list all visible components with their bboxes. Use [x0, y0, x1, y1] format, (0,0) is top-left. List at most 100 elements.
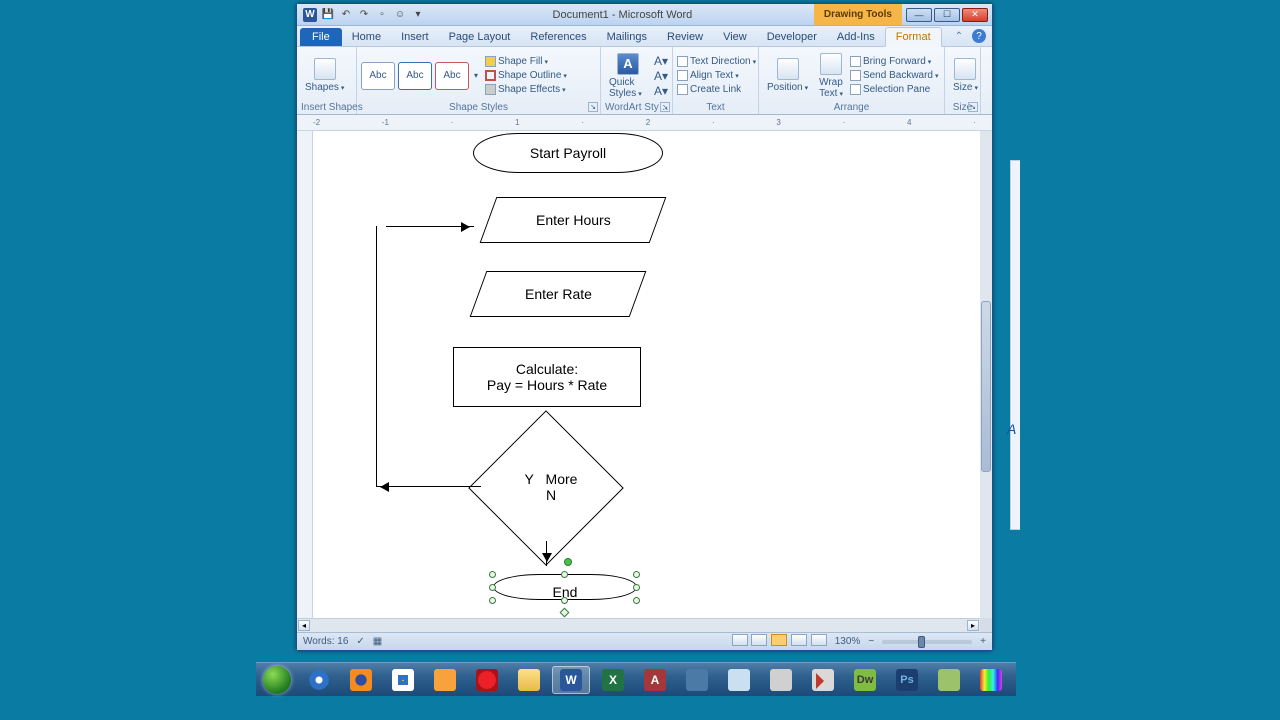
macro-icon[interactable]: ▦ — [373, 636, 382, 647]
close-button[interactable]: ✕ — [962, 8, 988, 22]
shape-outline-button[interactable]: Shape Outline — [485, 69, 567, 82]
qat-undo-icon[interactable]: ↶ — [339, 8, 353, 22]
view-draft[interactable] — [811, 634, 827, 646]
tab-file[interactable]: File — [300, 28, 342, 46]
scroll-right-icon[interactable]: ▸ — [967, 620, 979, 631]
taskbar-dreamweaver[interactable]: Dw — [846, 666, 884, 694]
zoom-in-icon[interactable]: + — [980, 636, 986, 647]
word-count[interactable]: Words: 16 — [303, 636, 348, 647]
view-web[interactable] — [771, 634, 787, 646]
proofing-icon[interactable]: ✓ — [356, 636, 364, 647]
taskbar-photoshop[interactable]: Ps — [888, 666, 926, 694]
taskbar-reader[interactable] — [804, 666, 842, 694]
text-effects-icon[interactable]: A▾ — [654, 84, 668, 98]
taskbar-app3[interactable] — [972, 666, 1010, 694]
taskbar-opera[interactable] — [468, 666, 506, 694]
taskbar-excel[interactable]: X — [594, 666, 632, 694]
qat-save-icon[interactable]: 💾 — [321, 8, 335, 22]
minimize-button[interactable]: — — [906, 8, 932, 22]
view-outline[interactable] — [791, 634, 807, 646]
resize-handle[interactable] — [561, 571, 568, 578]
taskbar-chrome[interactable] — [384, 666, 422, 694]
scroll-left-icon[interactable]: ◂ — [298, 620, 310, 631]
shape-enter-rate[interactable]: Enter Rate — [470, 271, 647, 317]
taskbar-word[interactable]: W — [552, 666, 590, 694]
taskbar-firefox[interactable] — [342, 666, 380, 694]
tab-home[interactable]: Home — [342, 28, 391, 46]
qat-dropdown-icon[interactable]: ▾ — [411, 8, 425, 22]
zoom-slider[interactable] — [882, 640, 972, 644]
send-backward-button[interactable]: Send Backward — [850, 69, 939, 82]
tab-references[interactable]: References — [520, 28, 596, 46]
horizontal-ruler[interactable]: -2 -1 · 1 · 2 · 3 · 4 · — [297, 115, 992, 131]
resize-handle[interactable] — [633, 571, 640, 578]
view-print[interactable] — [732, 634, 748, 646]
maximize-button[interactable]: ☐ — [934, 8, 960, 22]
tab-insert[interactable]: Insert — [391, 28, 439, 46]
taskbar-app1[interactable] — [678, 666, 716, 694]
zoom-level[interactable]: 130% — [835, 636, 861, 647]
view-read[interactable] — [751, 634, 767, 646]
size-launcher[interactable]: ↘ — [968, 102, 978, 112]
shape-enter-hours[interactable]: Enter Hours — [480, 197, 667, 243]
vertical-scrollbar[interactable] — [980, 131, 992, 618]
align-text-button[interactable]: Align Text — [677, 69, 756, 82]
help-icon[interactable]: ? — [972, 29, 986, 43]
tab-page-layout[interactable]: Page Layout — [439, 28, 521, 46]
taskbar-access[interactable]: A — [636, 666, 674, 694]
text-fill-icon[interactable]: A▾ — [654, 54, 668, 68]
tab-mailings[interactable]: Mailings — [597, 28, 657, 46]
wrap-text-button[interactable]: Wrap Text — [815, 51, 847, 101]
vertical-ruler[interactable] — [297, 131, 313, 632]
shape-style-1[interactable]: Abc — [361, 62, 395, 90]
resize-handle[interactable] — [633, 597, 640, 604]
scrollbar-thumb[interactable] — [981, 301, 991, 471]
tab-review[interactable]: Review — [657, 28, 713, 46]
selection-pane-button[interactable]: Selection Pane — [850, 83, 939, 96]
taskbar-notepad[interactable] — [720, 666, 758, 694]
taskbar-ie[interactable] — [300, 666, 338, 694]
shape-style-2[interactable]: Abc — [398, 62, 432, 90]
shape-effects-button[interactable]: Shape Effects — [485, 83, 567, 96]
qat-new-icon[interactable]: ▫ — [375, 8, 389, 22]
taskbar-app2[interactable] — [930, 666, 968, 694]
resize-handle[interactable] — [489, 584, 496, 591]
zoom-knob[interactable] — [918, 636, 925, 648]
ribbon-minimize-icon[interactable]: ⌃ — [952, 29, 966, 43]
resize-handle[interactable] — [489, 571, 496, 578]
arrow[interactable] — [546, 541, 547, 566]
position-button[interactable]: Position — [763, 56, 812, 95]
horizontal-scrollbar[interactable]: ◂ ▸ — [297, 618, 980, 632]
tab-developer[interactable]: Developer — [757, 28, 827, 46]
create-link-button[interactable]: Create Link — [677, 83, 756, 96]
bring-forward-button[interactable]: Bring Forward — [850, 55, 939, 68]
arrow[interactable] — [376, 486, 481, 487]
adjust-handle[interactable] — [560, 608, 570, 618]
shape-start-terminator[interactable]: Start Payroll — [473, 133, 663, 173]
size-button[interactable]: Size — [949, 56, 982, 95]
qat-emoji-icon[interactable]: ☺ — [393, 8, 407, 22]
shape-fill-button[interactable]: Shape Fill — [485, 55, 567, 68]
arrow[interactable] — [376, 226, 377, 486]
start-button[interactable] — [258, 666, 296, 694]
arrow[interactable] — [386, 226, 474, 227]
resize-handle[interactable] — [561, 597, 568, 604]
shape-calculate[interactable]: Calculate: Pay = Hours * Rate — [453, 347, 641, 407]
tab-view[interactable]: View — [713, 28, 757, 46]
shape-styles-launcher[interactable]: ↘ — [588, 102, 598, 112]
resize-handle[interactable] — [489, 597, 496, 604]
shape-style-3[interactable]: Abc — [435, 62, 469, 90]
qat-redo-icon[interactable]: ↷ — [357, 8, 371, 22]
style-gallery-more-icon[interactable]: ▾ — [474, 71, 478, 80]
zoom-out-icon[interactable]: − — [868, 636, 874, 647]
resize-handle[interactable] — [633, 584, 640, 591]
taskbar-explorer[interactable] — [510, 666, 548, 694]
wordart-launcher[interactable]: ↘ — [660, 102, 670, 112]
text-direction-button[interactable]: Text Direction — [677, 55, 756, 68]
tab-format[interactable]: Format — [885, 27, 942, 47]
text-outline-icon[interactable]: A▾ — [654, 69, 668, 83]
taskbar-outlook[interactable] — [426, 666, 464, 694]
taskbar-snip[interactable] — [762, 666, 800, 694]
page[interactable]: Start Payroll Enter Hours Enter Rate Cal… — [313, 131, 980, 632]
shapes-button[interactable]: Shapes — [301, 56, 348, 95]
